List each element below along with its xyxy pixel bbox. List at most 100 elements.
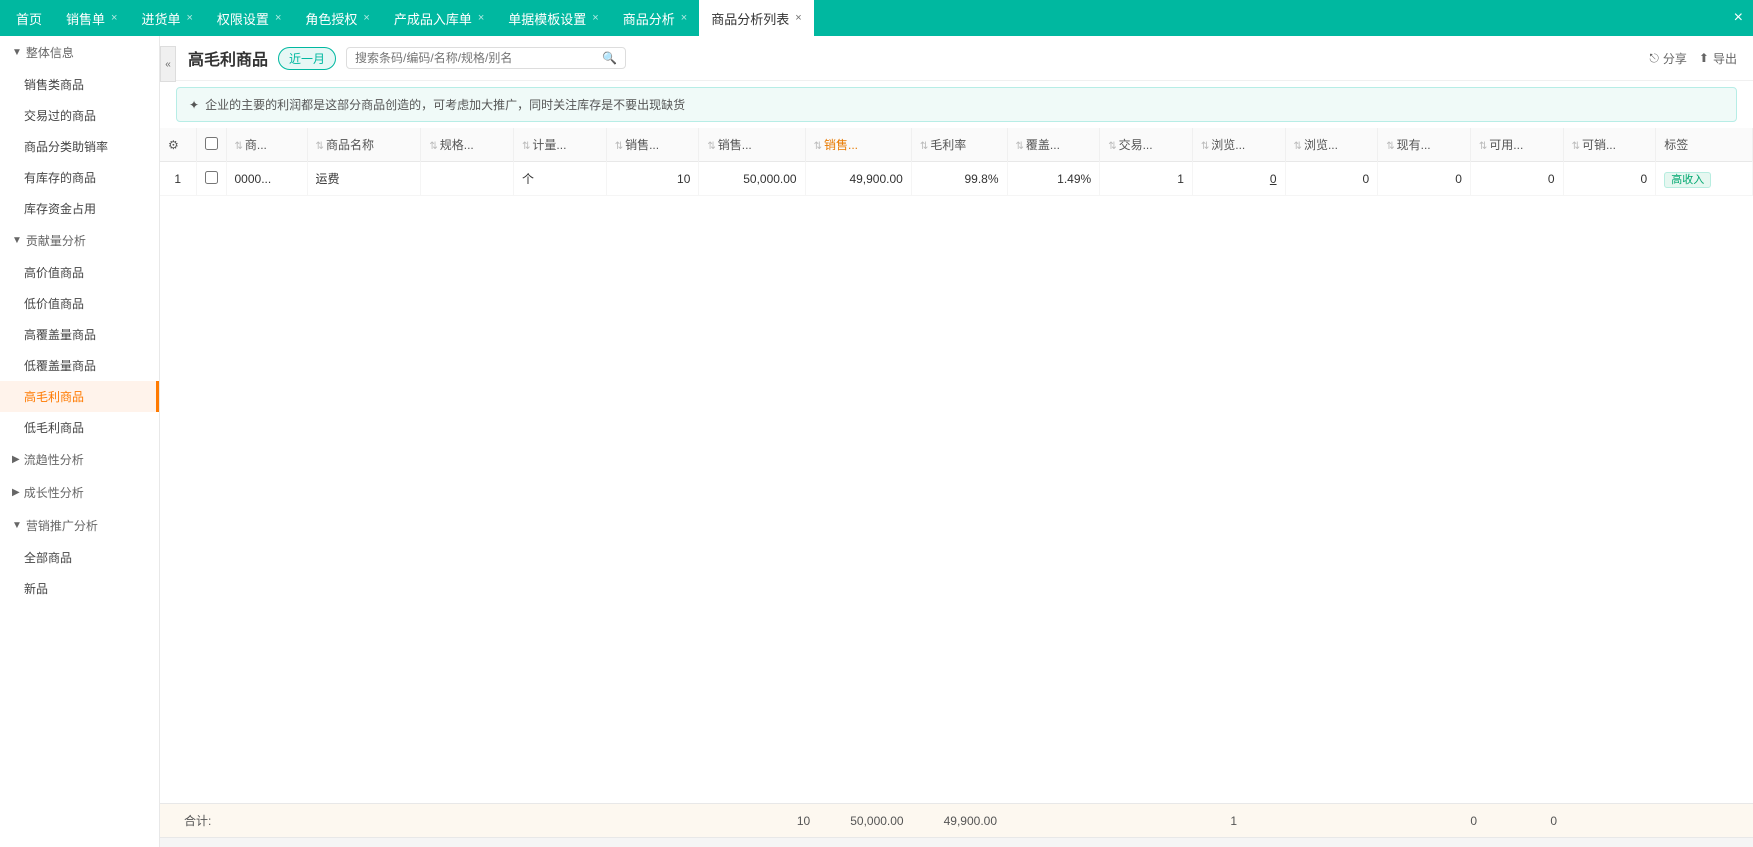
sidebar-item-high-coverage[interactable]: 高覆盖量商品 <box>0 319 159 350</box>
top-nav: 首页 销售单 × 进货单 × 权限设置 × 角色授权 × 产成品入库单 × 单据… <box>0 0 1753 36</box>
col-available[interactable]: ⇅可用... <box>1470 128 1563 162</box>
cell-index: 1 <box>160 162 196 196</box>
cell-current-stock: 0 <box>1378 162 1471 196</box>
close-permission-tab[interactable]: × <box>275 12 281 24</box>
table-row: 1 0000... 运费 <box>160 162 1753 196</box>
sidebar-group-trend[interactable]: ▶ 流趋性分析 <box>0 443 159 476</box>
arrow-icon-marketing: ▼ <box>12 520 22 531</box>
sidebar-group-growth[interactable]: ▶ 成长性分析 <box>0 476 159 509</box>
close-product-analysis-tab[interactable]: × <box>681 12 687 24</box>
footer-sales-profit: 49,900.00 <box>924 814 1017 828</box>
cell-sellable: 0 <box>1563 162 1656 196</box>
search-input[interactable] <box>355 51 598 65</box>
close-window-button[interactable]: × <box>1734 9 1743 27</box>
sidebar-item-low-margin[interactable]: 低毛利商品 <box>0 412 159 443</box>
sidebar-item-low-coverage[interactable]: 低覆盖量商品 <box>0 350 159 381</box>
col-coverage[interactable]: ⇅覆盖... <box>1007 128 1100 162</box>
nav-product-instock[interactable]: 产成品入库单 × <box>382 0 496 36</box>
col-sales-amount[interactable]: ⇅销售... <box>699 128 805 162</box>
nav-purchase[interactable]: 进货单 × <box>129 0 204 36</box>
close-product-analysis-list-tab[interactable]: × <box>795 12 801 24</box>
col-sellable[interactable]: ⇅可销... <box>1563 128 1656 162</box>
footer-available: 0 <box>1497 814 1577 828</box>
filter-recent-month-button[interactable]: 近一月 <box>278 47 336 70</box>
sidebar-item-sales-goods[interactable]: 销售类商品 <box>0 69 159 100</box>
cell-gross-margin: 99.8% <box>911 162 1007 196</box>
col-sales-qty[interactable]: ⇅销售... <box>606 128 699 162</box>
sidebar-item-low-value[interactable]: 低价值商品 <box>0 288 159 319</box>
close-purchase-tab[interactable]: × <box>186 12 192 24</box>
cell-code[interactable]: 0000... <box>226 162 307 196</box>
sidebar-group-overall[interactable]: ▼ 整体信息 <box>0 36 159 69</box>
col-name[interactable]: ⇅商品名称 <box>307 128 421 162</box>
cell-sales-qty: 10 <box>606 162 699 196</box>
col-browse1[interactable]: ⇅浏览... <box>1192 128 1285 162</box>
search-box: 🔍 <box>346 47 626 69</box>
page-title: 高毛利商品 <box>188 46 268 70</box>
sidebar-item-in-stock-goods[interactable]: 有库存的商品 <box>0 162 159 193</box>
nav-permission[interactable]: 权限设置 × <box>205 0 293 36</box>
col-tag[interactable]: 标签 <box>1656 128 1753 162</box>
cell-name[interactable]: 运费 <box>307 162 421 196</box>
col-settings[interactable]: ⚙ <box>160 128 196 162</box>
cell-checkbox <box>196 162 226 196</box>
cell-sales-amount: 50,000.00 <box>699 162 805 196</box>
sidebar-item-stock-capital[interactable]: 库存资金占用 <box>0 193 159 224</box>
sidebar: ▼ 整体信息 销售类商品 交易过的商品 商品分类助销率 有库存的商品 库存资金占… <box>0 36 160 847</box>
arrow-icon-growth: ▶ <box>12 487 20 498</box>
nav-template-settings[interactable]: 单据模板设置 × <box>496 0 610 36</box>
header-actions: ⎋ 分享 ⬆ 导出 <box>1649 50 1737 67</box>
sidebar-item-category-sales-rate[interactable]: 商品分类助销率 <box>0 131 159 162</box>
footer-current-stock: 0 <box>1417 814 1497 828</box>
nav-home[interactable]: 首页 <box>4 0 54 36</box>
nav-sales[interactable]: 销售单 × <box>54 0 129 36</box>
col-gross-margin[interactable]: ⇅毛利率 <box>911 128 1007 162</box>
table-container: ⚙ ⇅商... ⇅商品名称 ⇅规格... <box>160 128 1753 803</box>
cell-sales-profit: 49,900.00 <box>805 162 911 196</box>
row-checkbox[interactable] <box>205 171 218 184</box>
sidebar-item-high-value[interactable]: 高价值商品 <box>0 257 159 288</box>
col-current-stock[interactable]: ⇅现有... <box>1378 128 1471 162</box>
bottom-scrollbar[interactable] <box>160 837 1753 847</box>
footer-sales-amount: 50,000.00 <box>830 814 923 828</box>
info-icon: ✦ <box>189 98 199 112</box>
col-unit[interactable]: ⇅计量... <box>514 128 607 162</box>
search-icon[interactable]: 🔍 <box>602 51 617 65</box>
close-sales-tab[interactable]: × <box>111 12 117 24</box>
sidebar-item-new-goods[interactable]: 新品 <box>0 573 159 604</box>
close-template-settings-tab[interactable]: × <box>592 12 598 24</box>
cell-browse2: 0 <box>1285 162 1378 196</box>
settings-icon: ⚙ <box>168 138 179 152</box>
arrow-icon-trend: ▶ <box>12 454 20 465</box>
export-button[interactable]: ⬆ 导出 <box>1699 50 1737 67</box>
info-banner: ✦ 企业的主要的利润都是这部分商品创造的，可考虑加大推广，同时关注库存是不要出现… <box>176 87 1737 122</box>
nav-role[interactable]: 角色授权 × <box>293 0 381 36</box>
main-layout: ▼ 整体信息 销售类商品 交易过的商品 商品分类助销率 有库存的商品 库存资金占… <box>0 36 1753 847</box>
arrow-icon: ▼ <box>12 47 22 58</box>
sidebar-group-contribution[interactable]: ▼ 贡献量分析 <box>0 224 159 257</box>
sidebar-item-high-margin[interactable]: 高毛利商品 <box>0 381 159 412</box>
cell-tag: 高收入 <box>1656 162 1753 196</box>
select-all-checkbox[interactable] <box>205 137 218 150</box>
content-area: « 高毛利商品 近一月 🔍 ⎋ 分享 ⬆ 导出 ✦ <box>160 36 1753 847</box>
sidebar-group-marketing[interactable]: ▼ 营销推广分析 <box>0 509 159 542</box>
sidebar-item-traded-goods[interactable]: 交易过的商品 <box>0 100 159 131</box>
col-spec[interactable]: ⇅规格... <box>421 128 514 162</box>
nav-product-analysis[interactable]: 商品分析 × <box>611 0 699 36</box>
content-header: 高毛利商品 近一月 🔍 ⎋ 分享 ⬆ 导出 <box>160 36 1753 81</box>
col-checkbox <box>196 128 226 162</box>
col-sales-profit[interactable]: ⇅销售... <box>805 128 911 162</box>
data-table: ⚙ ⇅商... ⇅商品名称 ⇅规格... <box>160 128 1753 196</box>
col-browse2[interactable]: ⇅浏览... <box>1285 128 1378 162</box>
close-product-instock-tab[interactable]: × <box>478 12 484 24</box>
share-button[interactable]: ⎋ 分享 <box>1649 50 1687 67</box>
sidebar-collapse-toggle[interactable]: « <box>160 46 176 82</box>
close-role-tab[interactable]: × <box>363 12 369 24</box>
col-code[interactable]: ⇅商... <box>226 128 307 162</box>
tag-high-income-badge: 高收入 <box>1664 172 1711 188</box>
nav-product-analysis-list[interactable]: 商品分析列表 × <box>699 0 813 36</box>
table-footer: 合计: 10 50,000.00 49,900.00 1 0 0 <box>160 803 1753 837</box>
sidebar-item-all-goods[interactable]: 全部商品 <box>0 542 159 573</box>
cell-unit: 个 <box>514 162 607 196</box>
col-trade[interactable]: ⇅交易... <box>1100 128 1193 162</box>
